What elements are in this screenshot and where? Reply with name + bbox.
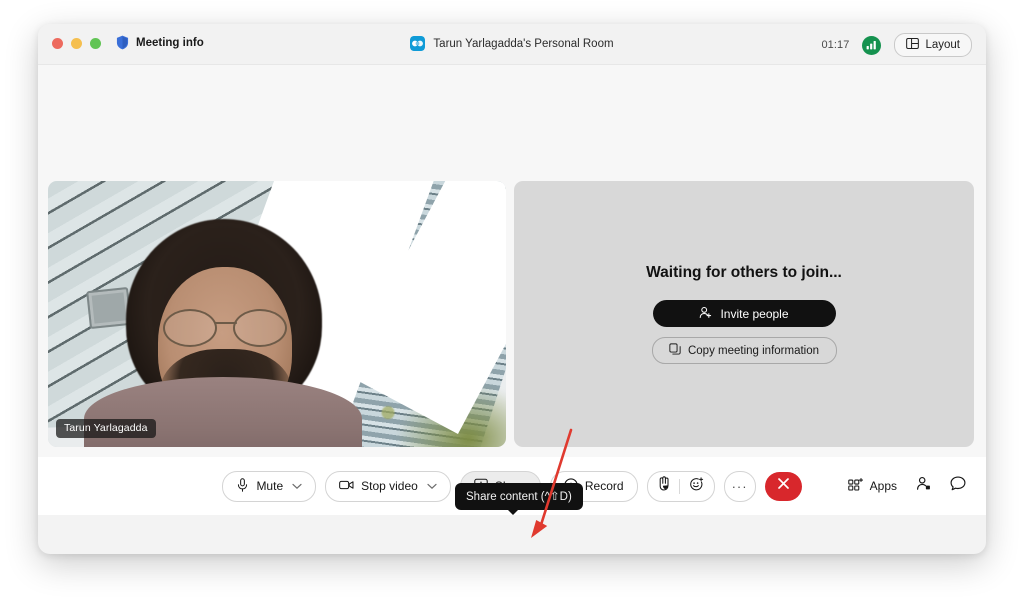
- meeting-stage: Tarun Yarlagadda Waiting for others to j…: [38, 65, 986, 515]
- more-options-button[interactable]: ···: [723, 470, 756, 502]
- screenshot-root: Meeting info Tarun Yarlagadda's Personal…: [0, 0, 1024, 612]
- webex-icon: [410, 36, 426, 51]
- copy-meeting-info-label: Copy meeting information: [687, 344, 820, 357]
- microphone-icon: [236, 477, 249, 495]
- divider: [678, 478, 680, 494]
- more-options-icon: ···: [731, 478, 748, 494]
- stop-video-label: Stop video: [361, 479, 418, 493]
- stop-video-button[interactable]: Stop video: [325, 470, 451, 502]
- controls-right-group: Apps: [847, 476, 966, 496]
- reactions-group: [646, 470, 715, 502]
- chevron-down-icon[interactable]: [292, 479, 302, 493]
- apps-grid-icon: [847, 477, 863, 495]
- meeting-info-label: Meeting info: [136, 36, 204, 49]
- title-bar: Meeting info Tarun Yarlagadda's Personal…: [38, 24, 986, 65]
- apps-label: Apps: [869, 479, 897, 493]
- close-x-icon: [777, 477, 790, 495]
- layout-label: Layout: [925, 39, 960, 51]
- mute-label: Mute: [256, 479, 284, 493]
- self-video-tile[interactable]: Tarun Yarlagadda: [48, 181, 506, 447]
- waiting-panel: Waiting for others to join... Invite peo…: [514, 181, 974, 447]
- share-tooltip: Share content (^⇧D): [455, 483, 583, 515]
- video-ac-unit: [86, 286, 132, 330]
- chat-bubble-icon: [950, 476, 966, 496]
- copy-meeting-info-button[interactable]: Copy meeting information: [651, 337, 837, 364]
- webex-app-window: Meeting info Tarun Yarlagadda's Personal…: [38, 24, 986, 554]
- chat-button[interactable]: [950, 476, 966, 496]
- waiting-title: Waiting for others to join...: [646, 264, 842, 281]
- titlebar-right-controls: 01:17 Layout: [821, 33, 972, 57]
- leave-meeting-button[interactable]: [764, 471, 802, 501]
- shield-icon: [116, 35, 129, 50]
- participants-button[interactable]: [916, 476, 931, 496]
- room-title-text: Tarun Yarlagadda's Personal Room: [433, 37, 614, 50]
- layout-button[interactable]: Layout: [894, 33, 972, 57]
- signal-bars-icon[interactable]: [862, 35, 882, 55]
- participants-icon: [916, 476, 931, 496]
- invite-people-button[interactable]: Invite people: [652, 300, 836, 327]
- grid-layout-icon: [906, 37, 920, 53]
- mute-button[interactable]: Mute: [222, 470, 317, 502]
- close-window-button[interactable]: [52, 38, 63, 49]
- participant-name-badge: Tarun Yarlagadda: [56, 419, 156, 438]
- invite-people-label: Invite people: [720, 306, 789, 321]
- traffic-light-buttons[interactable]: [52, 38, 101, 49]
- person-add-icon: [699, 306, 712, 322]
- smiley-plus-icon[interactable]: [689, 476, 704, 496]
- record-label: Record: [584, 479, 624, 493]
- apps-button[interactable]: Apps: [847, 477, 897, 495]
- tile-row: Tarun Yarlagadda Waiting for others to j…: [48, 181, 974, 447]
- meeting-timer: 01:17: [821, 39, 850, 51]
- raise-hand-icon[interactable]: [658, 476, 670, 496]
- minimize-window-button[interactable]: [71, 38, 82, 49]
- video-person-glasses: [161, 309, 289, 347]
- zoom-window-button[interactable]: [90, 38, 101, 49]
- meeting-info-button[interactable]: Meeting info: [116, 35, 204, 50]
- camera-icon: [339, 479, 354, 494]
- copy-icon: [669, 343, 681, 358]
- chevron-down-icon[interactable]: [427, 479, 437, 493]
- share-tooltip-text: Share content (^⇧D): [466, 491, 572, 503]
